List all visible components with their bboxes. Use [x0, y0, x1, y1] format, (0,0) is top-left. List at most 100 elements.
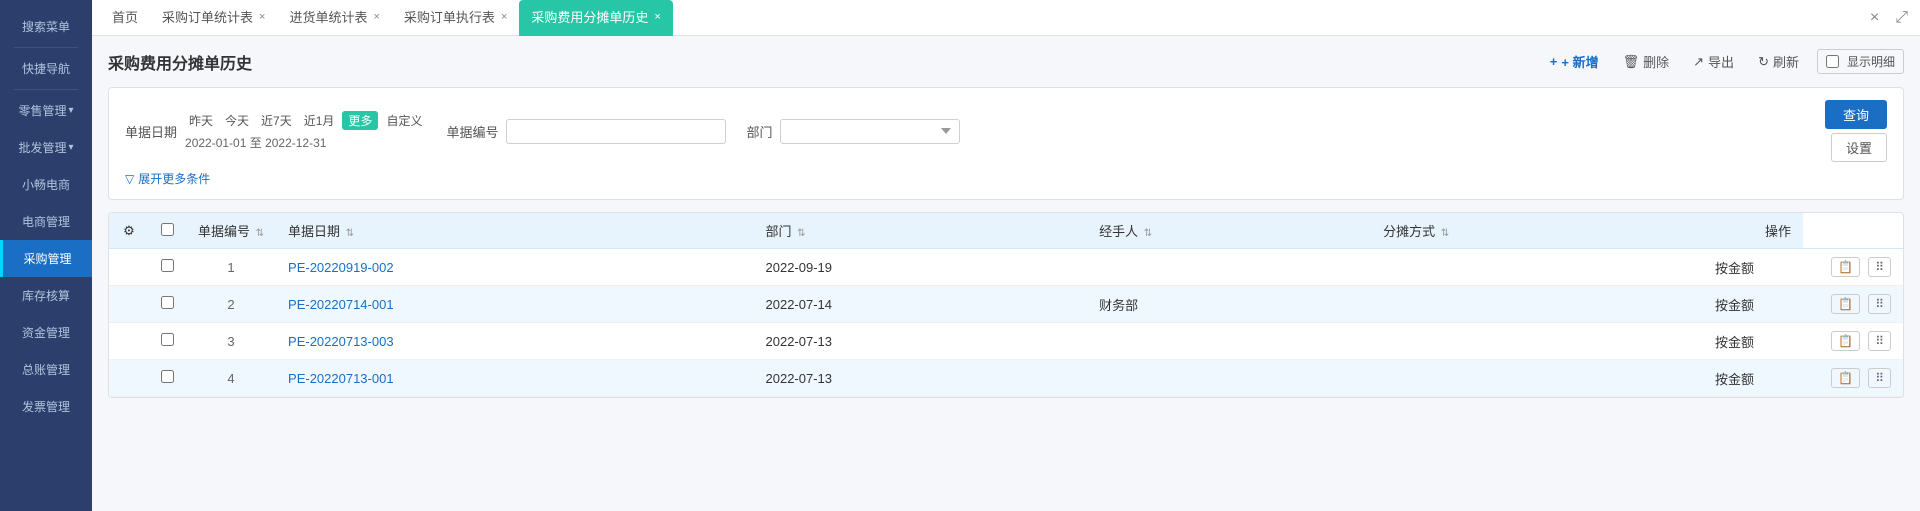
sidebar-item-purchase[interactable]: 采购管理: [0, 240, 92, 277]
row-docdate: 2022-07-14: [754, 286, 1088, 323]
more-button[interactable]: ⠿: [1868, 294, 1891, 314]
handler-sort-icon[interactable]: ⇅: [1144, 228, 1152, 239]
export-button[interactable]: ↗ 导出: [1687, 48, 1740, 75]
shortcut-7days[interactable]: 近7天: [257, 111, 296, 130]
row-operations: 📋 ⠿: [1803, 323, 1903, 360]
date-shortcuts-container: 昨天 今天 近7天 近1月 更多 自定义 2022-01-01 至 2022-1…: [185, 111, 426, 151]
row-num: 2: [186, 286, 276, 323]
tab-incoming-stats[interactable]: 进货单统计表 ×: [277, 0, 391, 36]
tab-incoming-stats-label: 进货单统计表: [289, 7, 367, 26]
tab-close-all-button[interactable]: ×: [1866, 7, 1883, 29]
sidebar-item-wholesale[interactable]: 批发管理 ▾: [0, 129, 92, 166]
docno-input[interactable]: [506, 119, 726, 144]
splitmethod-sort-icon[interactable]: ⇅: [1441, 228, 1449, 239]
add-button[interactable]: + + 新增: [1544, 48, 1605, 75]
settings-button[interactable]: 设置: [1831, 133, 1887, 162]
tab-home-label: 首页: [112, 7, 138, 26]
docno-search-field: 单据编号: [446, 119, 726, 144]
doc-no-link[interactable]: PE-20220919-002: [288, 260, 394, 275]
show-columns-button[interactable]: 显示明细: [1817, 49, 1904, 74]
sidebar-item-quicknav[interactable]: 快捷导航: [0, 50, 92, 87]
row-checkbox[interactable]: [161, 333, 174, 346]
sidebar-item-ecommerce[interactable]: 电商管理: [0, 203, 92, 240]
tab-incoming-stats-close[interactable]: ×: [373, 11, 379, 23]
tab-purchase-cost-history-close[interactable]: ×: [654, 11, 660, 23]
row-checkbox[interactable]: [161, 370, 174, 383]
search-button[interactable]: 查询: [1825, 100, 1887, 129]
refresh-button[interactable]: ↻ 刷新: [1752, 48, 1805, 75]
table-row: 4 PE-20220713-001 2022-07-13 按金额 📋 ⠿: [109, 360, 1903, 397]
tab-purchase-order-stats-close[interactable]: ×: [259, 11, 265, 23]
more-button[interactable]: ⠿: [1868, 331, 1891, 351]
action-buttons: 📋 ⠿: [1815, 368, 1891, 388]
sidebar-item-invoice[interactable]: 发票管理: [0, 388, 92, 425]
shortcut-yesterday[interactable]: 昨天: [185, 111, 217, 130]
row-docdate: 2022-09-19: [754, 249, 1088, 286]
sidebar-item-finance-label: 资金管理: [22, 324, 70, 341]
docdate-sort-icon[interactable]: ⇅: [346, 228, 354, 239]
dept-label: 部门: [746, 122, 772, 141]
doc-no-link[interactable]: PE-20220713-003: [288, 334, 394, 349]
row-checkbox[interactable]: [161, 296, 174, 309]
edit-button[interactable]: 📋: [1831, 331, 1860, 351]
table-body: 1 PE-20220919-002 2022-09-19 按金额 📋 ⠿ 2 P…: [109, 249, 1903, 397]
shortcut-custom[interactable]: 自定义: [382, 111, 426, 130]
shortcut-1month[interactable]: 近1月: [300, 111, 339, 130]
select-all-checkbox[interactable]: [161, 223, 174, 236]
tab-bar: 首页 采购订单统计表 × 进货单统计表 × 采购订单执行表 × 采购费用分摊单历…: [92, 0, 1920, 36]
more-button[interactable]: ⠿: [1868, 368, 1891, 388]
shortcut-today[interactable]: 今天: [221, 111, 253, 130]
more-button[interactable]: ⠿: [1868, 257, 1891, 277]
edit-button[interactable]: 📋: [1831, 368, 1860, 388]
sidebar-item-ledger[interactable]: 总账管理: [0, 351, 92, 388]
dept-sort-icon[interactable]: ⇅: [797, 228, 805, 239]
dept-select[interactable]: 财务部: [780, 119, 960, 144]
row-splitmethod: 按金额: [1703, 323, 1803, 360]
sidebar-item-mini-label: 小畅电商: [22, 176, 70, 193]
sidebar-item-retail-label: 零售管理: [18, 102, 66, 119]
export-icon: ↗: [1693, 54, 1704, 70]
edit-button[interactable]: 📋: [1831, 294, 1860, 314]
delete-button[interactable]: 🗑 删除: [1617, 48, 1676, 75]
shortcut-more[interactable]: 更多: [342, 111, 378, 130]
date-range: 2022-01-01 至 2022-12-31: [185, 134, 426, 151]
expand-more-button[interactable]: ▽ 展开更多条件: [125, 170, 1887, 187]
doc-no-link[interactable]: PE-20220714-001: [288, 297, 394, 312]
date-label: 单据日期: [125, 122, 177, 141]
data-table: ⚙ 单据编号 ⇅ 单据日期 ⇅: [109, 213, 1903, 397]
sidebar-item-ecommerce-label: 电商管理: [22, 213, 70, 230]
sidebar-item-retail[interactable]: 零售管理 ▾: [0, 92, 92, 129]
row-operations: 📋 ⠿: [1803, 249, 1903, 286]
tab-purchase-order-stats[interactable]: 采购订单统计表 ×: [150, 0, 277, 36]
tab-purchase-cost-history[interactable]: 采购费用分摊单历史 ×: [519, 0, 672, 36]
sidebar-item-inventory[interactable]: 库存核算: [0, 277, 92, 314]
action-buttons: 📋 ⠿: [1815, 294, 1891, 314]
row-docno: PE-20220714-001: [276, 286, 753, 323]
tab-maximize-button[interactable]: ⤢: [1891, 7, 1912, 29]
sidebar-item-mini[interactable]: 小畅电商: [0, 166, 92, 203]
refresh-icon: ↻: [1758, 54, 1769, 70]
tab-purchase-order-exec-label: 采购订单执行表: [404, 7, 495, 26]
toolbar: + + 新增 🗑 删除 ↗ 导出 ↻ 刷新 显示明细: [1544, 48, 1904, 75]
action-buttons: 📋 ⠿: [1815, 331, 1891, 351]
edit-button[interactable]: 📋: [1831, 257, 1860, 277]
doc-no-link[interactable]: PE-20220713-001: [288, 371, 394, 386]
show-columns-checkbox[interactable]: [1826, 55, 1839, 68]
row-gear-cell: [109, 360, 149, 397]
row-checkbox[interactable]: [161, 259, 174, 272]
tab-purchase-order-exec[interactable]: 采购订单执行表 ×: [392, 0, 519, 36]
sidebar-item-search[interactable]: 搜索菜单: [0, 8, 92, 45]
row-checkbox-cell: [149, 323, 186, 360]
table-row: 1 PE-20220919-002 2022-09-19 按金额 📋 ⠿: [109, 249, 1903, 286]
tab-actions: × ⤢: [1866, 7, 1912, 29]
sidebar-item-finance[interactable]: 资金管理: [0, 314, 92, 351]
row-handler: [1371, 286, 1703, 323]
row-operations: 📋 ⠿: [1803, 360, 1903, 397]
docno-label: 单据编号: [446, 122, 498, 141]
col-dept: 部门 ⇅: [754, 213, 1088, 249]
docno-sort-icon[interactable]: ⇅: [256, 228, 264, 239]
gear-icon[interactable]: ⚙: [123, 223, 135, 238]
tab-purchase-order-exec-close[interactable]: ×: [501, 11, 507, 23]
tab-home[interactable]: 首页: [100, 0, 150, 36]
row-docno: PE-20220713-001: [276, 360, 753, 397]
